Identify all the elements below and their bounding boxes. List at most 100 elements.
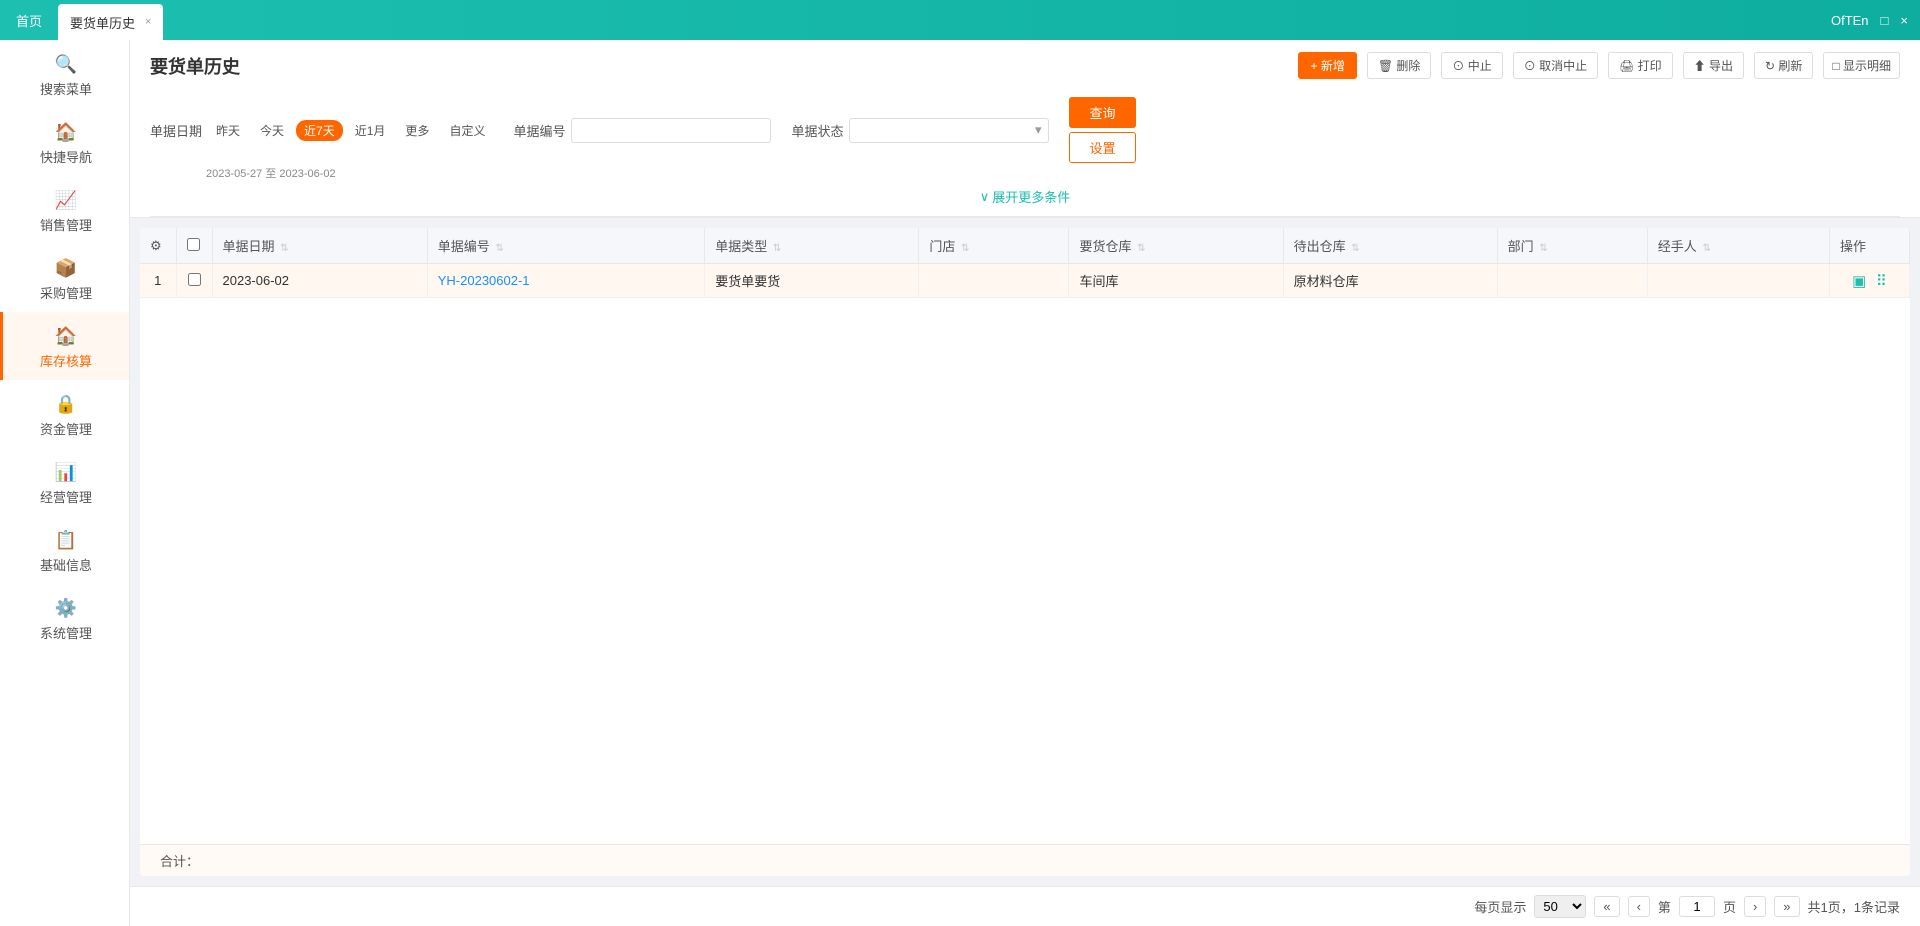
stop-button[interactable]: ⊙ 中止 (1441, 52, 1502, 79)
more-ops-icon[interactable]: ⠿ (1873, 273, 1890, 290)
td-date: 2023-06-02 (212, 264, 427, 298)
chip-custom[interactable]: 自定义 (441, 120, 493, 141)
sidebar-item-search-menu[interactable]: 🔍 搜索菜单 (0, 40, 129, 108)
td-num: 1 (140, 264, 176, 298)
filter-area: 单据日期 昨天 今天 近7天 近1月 更多 自定义 单据编号 (150, 89, 1900, 217)
th-store-label: 门店 (929, 239, 955, 254)
print-button[interactable]: 🖨 打印 (1608, 52, 1673, 79)
sidebar-item-purchase-mgmt[interactable]: 📦 采购管理 (0, 244, 129, 312)
display-detail-button[interactable]: □ 显示明细 (1823, 52, 1900, 79)
td-doc-num: YH-20230602-1 (427, 264, 704, 298)
basic-info-icon: 📋 (55, 530, 77, 551)
table-area: ⚙ 单据日期 ⇅ 单据编号 ⇅ (140, 228, 1910, 876)
sort-dept-icon[interactable]: ⇅ (1539, 243, 1547, 254)
next-page-button[interactable]: › (1744, 896, 1766, 917)
td-ops: ▣ ⠿ (1830, 264, 1910, 298)
sidebar-item-label: 库存核算 (40, 351, 92, 370)
sales-icon: 📈 (55, 190, 77, 211)
table-empty-space (140, 298, 1910, 844)
sidebar-item-sales-mgmt[interactable]: 📈 销售管理 (0, 176, 129, 244)
date-range-display: 2023-05-27 至 2023-06-02 (206, 165, 1900, 181)
doc-status-filter-group: 单据状态 (791, 118, 1049, 143)
maximize-icon[interactable]: □ (1881, 13, 1889, 28)
refresh-button[interactable]: ↻ 刷新 (1754, 52, 1813, 79)
pagination-summary: 共1页，1条记录 (1808, 897, 1900, 916)
th-date: 单据日期 ⇅ (212, 228, 427, 264)
chip-yesterday[interactable]: 昨天 (208, 120, 248, 141)
sort-req-warehouse-icon[interactable]: ⇅ (1137, 243, 1145, 254)
chip-last7days[interactable]: 近7天 (296, 120, 343, 141)
td-dept (1497, 264, 1647, 298)
top-bar: 首页 要货单历史 × OfTEn □ × (0, 0, 1920, 40)
sort-store-icon[interactable]: ⇅ (961, 243, 969, 254)
th-dept: 部门 ⇅ (1497, 228, 1647, 264)
filter-row-1: 单据日期 昨天 今天 近7天 近1月 更多 自定义 单据编号 (150, 97, 1900, 163)
page-number-input[interactable] (1679, 896, 1715, 917)
expand-more-row: ∨ 展开更多条件 (150, 187, 1900, 206)
sort-pending-warehouse-icon[interactable]: ⇅ (1351, 243, 1359, 254)
date-range-text: 2023-05-27 至 2023-06-02 (206, 168, 336, 180)
th-handler: 经手人 ⇅ (1647, 228, 1829, 264)
td-pending-warehouse: 原材料仓库 (1283, 264, 1497, 298)
sort-date-icon[interactable]: ⇅ (280, 243, 288, 254)
select-all-checkbox[interactable] (187, 238, 200, 251)
expand-chevron-icon: ∨ (980, 189, 990, 205)
th-doc-type: 单据类型 ⇅ (705, 228, 919, 264)
delete-button[interactable]: 🗑 删除 (1367, 52, 1432, 79)
last-page-button[interactable]: » (1774, 896, 1799, 917)
export-button[interactable]: ⬆ 导出 (1683, 52, 1744, 79)
sidebar-item-basic-info[interactable]: 📋 基础信息 (0, 516, 129, 584)
sort-doc-type-icon[interactable]: ⇅ (773, 243, 781, 254)
query-button[interactable]: 查询 (1069, 97, 1135, 128)
close-window-icon[interactable]: × (1900, 13, 1908, 28)
close-tab-icon[interactable]: × (145, 16, 151, 28)
chip-last1month[interactable]: 近1月 (347, 120, 394, 141)
sidebar-item-finance-mgmt[interactable]: 🔒 资金管理 (0, 380, 129, 448)
th-req-warehouse-label: 要货仓库 (1079, 239, 1131, 254)
sort-handler-icon[interactable]: ⇅ (1702, 243, 1710, 254)
doc-num-link[interactable]: YH-20230602-1 (438, 273, 530, 288)
row-checkbox[interactable] (188, 273, 201, 286)
page-title-row: 要货单历史 + 新增 🗑 删除 ⊙ 中止 ⊙ 取消中止 🖨 打印 ⬆ 导出 ↻ … (150, 52, 1900, 79)
prev-page-button[interactable]: ‹ (1628, 896, 1650, 917)
th-handler-label: 经手人 (1658, 239, 1697, 254)
sidebar-item-label: 搜索菜单 (40, 79, 92, 98)
tab-requisition-history[interactable]: 要货单历史 × (58, 4, 163, 40)
sidebar-item-label: 系统管理 (40, 623, 92, 642)
edit-icon[interactable]: ▣ (1849, 273, 1869, 290)
quick-nav-icon: 🏠 (55, 122, 77, 143)
doc-status-select[interactable] (849, 118, 1049, 143)
main-layout: 🔍 搜索菜单 🏠 快捷导航 📈 销售管理 📦 采购管理 🏠 库存核算 🔒 资金管… (0, 40, 1920, 926)
sort-doc-num-icon[interactable]: ⇅ (495, 243, 503, 254)
sidebar-item-quick-nav[interactable]: 🏠 快捷导航 (0, 108, 129, 176)
sidebar-item-operation-mgmt[interactable]: 📊 经营管理 (0, 448, 129, 516)
chip-more[interactable]: 更多 (397, 120, 437, 141)
th-pending-warehouse: 待出仓库 ⇅ (1283, 228, 1497, 264)
top-right-actions: OfTEn □ × (1831, 13, 1920, 28)
expand-more-button[interactable]: ∨ 展开更多条件 (980, 187, 1071, 206)
new-button[interactable]: + 新增 (1298, 52, 1356, 79)
cancel-stop-button[interactable]: ⊙ 取消中止 (1513, 52, 1598, 79)
chip-today[interactable]: 今天 (252, 120, 292, 141)
sidebar-item-label: 资金管理 (40, 419, 92, 438)
first-page-button[interactable]: « (1594, 896, 1619, 917)
page-size-select[interactable]: 50 20 100 200 (1534, 895, 1586, 918)
inventory-icon: 🏠 (55, 326, 77, 347)
tab-home[interactable]: 首页 (0, 0, 58, 40)
th-check (176, 228, 212, 264)
doc-num-input[interactable] (571, 118, 771, 143)
goto-label: 第 (1658, 897, 1671, 916)
sidebar-item-system-mgmt[interactable]: ⚙️ 系统管理 (0, 584, 129, 652)
date-filter-group: 单据日期 昨天 今天 近7天 近1月 更多 自定义 (150, 120, 493, 141)
td-doc-type: 要货单要货 (705, 264, 919, 298)
doc-num-label: 单据编号 (513, 121, 565, 140)
sidebar-item-inventory[interactable]: 🏠 库存核算 (0, 312, 129, 380)
total-label: 合计： (160, 854, 199, 869)
filter-settings-button[interactable]: 设置 (1069, 132, 1135, 163)
table-footer: 合计： (140, 844, 1910, 876)
settings-icon[interactable]: ⚙ (150, 238, 162, 253)
th-store: 门店 ⇅ (919, 228, 1069, 264)
goto-suffix: 页 (1723, 897, 1736, 916)
tab-label: 要货单历史 (70, 13, 135, 32)
page-title: 要货单历史 (150, 53, 240, 79)
